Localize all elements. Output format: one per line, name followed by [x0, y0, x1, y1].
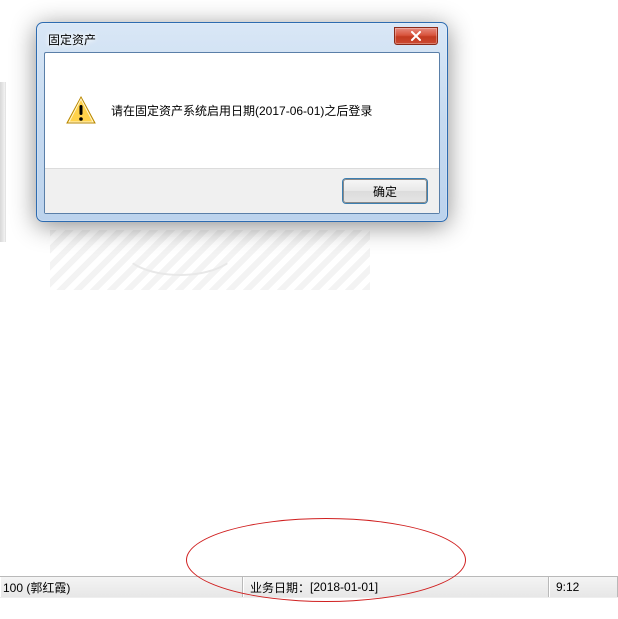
dialog-button-bar: 确定	[45, 168, 439, 213]
status-time-text: 9:12	[556, 580, 579, 594]
close-button[interactable]	[394, 27, 438, 45]
annotation-ellipse	[186, 518, 466, 602]
dialog-title: 固定资产	[48, 31, 96, 48]
dialog-titlebar[interactable]: 固定资产	[44, 30, 440, 52]
dialog-content: 请在固定资产系统启用日期(2017-06-01)之后登录	[45, 53, 439, 168]
ok-button[interactable]: 确定	[343, 179, 427, 203]
message-dialog: 固定资产 请在固定资产系统启用日期(2017-06-01)之后登录 确定	[36, 22, 448, 222]
close-icon	[410, 31, 422, 41]
app-left-edge	[0, 82, 6, 242]
warning-icon	[65, 95, 97, 127]
status-time: 9:12	[549, 577, 618, 597]
background-curve	[120, 216, 240, 276]
dialog-body: 请在固定资产系统启用日期(2017-06-01)之后登录 确定	[44, 52, 440, 214]
status-user-text: 100 (郭红霞)	[3, 579, 70, 596]
ok-button-label: 确定	[373, 183, 397, 200]
dialog-message: 请在固定资产系统启用日期(2017-06-01)之后登录	[111, 102, 372, 120]
